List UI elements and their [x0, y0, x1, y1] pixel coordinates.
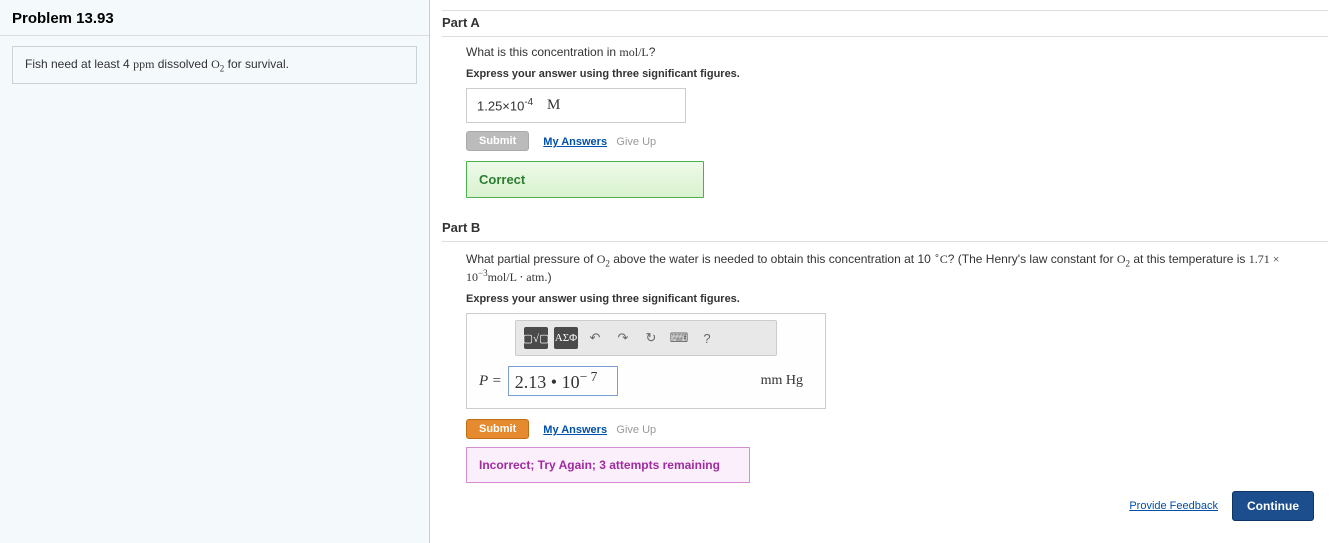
help-icon[interactable]: ? [696, 328, 718, 348]
equation-toolbar: ▢√▢ ΑΣΦ ↶ ↷ ↻ ⌨ ? [515, 320, 777, 356]
equation-label: P = [479, 373, 502, 390]
text: Fish need at least 4 [25, 57, 133, 71]
part-b-header: Part B [442, 220, 1328, 242]
equation-editor: ▢√▢ ΑΣΦ ↶ ↷ ↻ ⌨ ? P = 2.13 • 10− 7 mm Hg [466, 313, 826, 409]
part-a-answer-box: 1.25×10-4 M [466, 88, 686, 123]
my-answers-link[interactable]: My Answers [543, 424, 607, 436]
unit-ppm: ppm [133, 57, 154, 71]
equation-input[interactable]: 2.13 • 10− 7 [508, 366, 618, 396]
part-a-header: Part A [442, 10, 1328, 37]
incorrect-feedback: Incorrect; Try Again; 3 attempts remaini… [466, 447, 750, 483]
problem-title: Problem 13.93 [0, 10, 429, 36]
right-panel: Part A What is this concentration in mol… [430, 0, 1340, 543]
redo-icon[interactable]: ↷ [612, 328, 634, 348]
fraction-tool-icon[interactable]: ▢√▢ [524, 327, 548, 349]
undo-icon[interactable]: ↶ [584, 328, 606, 348]
keyboard-icon[interactable]: ⌨ [668, 328, 690, 348]
give-up-link[interactable]: Give Up [616, 424, 656, 436]
reset-icon[interactable]: ↻ [640, 328, 662, 348]
my-answers-link[interactable]: My Answers [543, 136, 607, 148]
text: ? (The Henry's law constant for [948, 252, 1117, 266]
o2-symbol: O [211, 57, 220, 71]
text: ? [649, 45, 656, 59]
continue-button[interactable]: Continue [1232, 491, 1314, 521]
answer-unit: M [547, 97, 560, 114]
equation-unit: mm Hg [761, 373, 813, 389]
text: What partial pressure of [466, 252, 597, 266]
problem-statement: Fish need at least 4 ppm dissolved O2 fo… [12, 46, 417, 84]
give-up-link[interactable]: Give Up [616, 136, 656, 148]
c: C [940, 252, 948, 266]
greek-tool-icon[interactable]: ΑΣΦ [554, 327, 578, 349]
text: at this temperature is [1130, 252, 1249, 266]
submit-button[interactable]: Submit [466, 419, 529, 439]
unit: mol/L [619, 45, 648, 59]
answer-value: 1.25×10-4 [477, 97, 533, 113]
exp: −3 [478, 268, 488, 278]
part-a-instruction: Express your answer using three signific… [466, 68, 1328, 80]
text: .) [544, 270, 551, 284]
text: above the water is needed to obtain this… [610, 252, 934, 266]
part-b-instruction: Express your answer using three signific… [466, 293, 1328, 305]
correct-feedback: Correct [466, 161, 704, 198]
part-b-question: What partial pressure of O2 above the wa… [466, 250, 1328, 285]
text: dissolved [154, 57, 211, 71]
unit: mol/L ⋅ atm [488, 270, 545, 284]
text: What is this concentration in [466, 45, 619, 59]
text: for survival. [224, 57, 289, 71]
provide-feedback-link[interactable]: Provide Feedback [1129, 500, 1218, 512]
part-a-question: What is this concentration in mol/L? [466, 45, 1328, 60]
submit-button-disabled: Submit [466, 131, 529, 151]
left-panel: Problem 13.93 Fish need at least 4 ppm d… [0, 0, 430, 543]
